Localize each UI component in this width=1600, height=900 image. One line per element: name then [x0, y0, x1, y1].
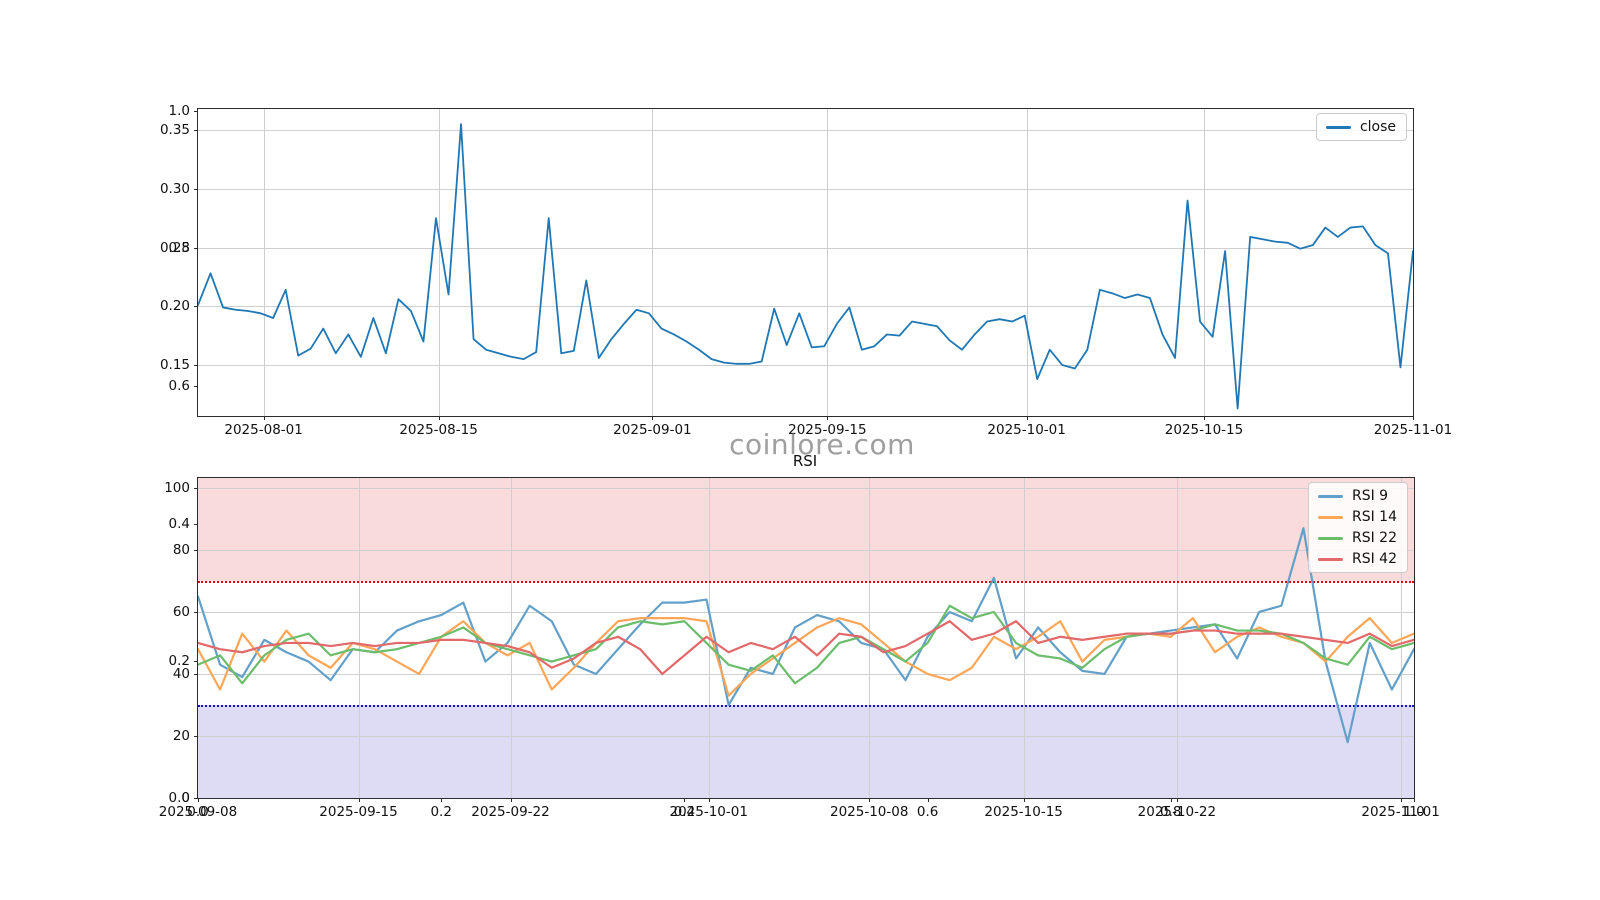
y-tick-label: 60 — [172, 603, 190, 620]
secondary-x-tick-label: 0.8 — [1160, 804, 1182, 820]
x-tick-label-mark — [652, 416, 654, 420]
legend-line-swatch — [1317, 536, 1343, 540]
x-tick-label-mark — [1176, 798, 1178, 802]
x-tick-label-mark — [869, 798, 871, 802]
x-tick-label-mark — [827, 416, 829, 420]
secondary-x-tick-label: 0.0 — [187, 804, 209, 820]
x-tick-label: 2025-10-01 — [987, 422, 1066, 438]
y-tick-label-mark — [194, 306, 198, 308]
y-tick-label-mark — [194, 487, 198, 489]
y-tick-label-mark — [194, 130, 198, 132]
y-tick-label: 0.20 — [159, 298, 190, 315]
secondary-y-tick-label-mark — [194, 524, 198, 526]
secondary-y-tick-label: 0.0 — [168, 790, 190, 806]
x-tick-label-mark — [1413, 416, 1414, 420]
x-tick-label: 2025-09-01 — [613, 422, 692, 438]
legend-line-swatch — [1317, 557, 1343, 561]
y-tick-label: 20 — [172, 727, 190, 744]
y-tick-label-mark — [194, 735, 198, 737]
rsi-legend: RSI 9 RSI 14 RSI 22 RSI 42 — [1307, 482, 1408, 573]
y-tick-label-mark — [194, 673, 198, 675]
price-series-plot — [198, 109, 1413, 416]
legend-item: RSI 9 — [1317, 488, 1397, 504]
secondary-x-tick-label-mark — [1414, 798, 1415, 802]
x-tick-label-mark — [1400, 798, 1402, 802]
y-tick-label-mark — [194, 611, 198, 613]
watermark: coinlore.com — [729, 428, 915, 461]
legend-line-swatch — [1317, 494, 1343, 498]
x-tick-label-mark — [1023, 798, 1025, 802]
legend-item: RSI 22 — [1317, 530, 1397, 546]
rsi-chart-title: RSI — [792, 452, 818, 470]
y-tick-label-mark — [194, 549, 198, 551]
secondary-x-tick-label-mark — [441, 798, 443, 802]
x-tick-label: 2025-08-15 — [399, 422, 478, 438]
x-tick-label: 2025-10-15 — [1164, 422, 1244, 438]
secondary-x-tick-label-mark — [684, 798, 686, 802]
secondary-y-tick-label: 0.2 — [168, 653, 190, 670]
secondary-x-tick-label: 1.0 — [1403, 804, 1425, 820]
close-line — [198, 124, 1413, 408]
x-tick-label-mark — [708, 798, 710, 802]
x-tick-label: 2025-09-22 — [471, 804, 550, 820]
y-tick-label: 0.15 — [159, 357, 190, 373]
y-tick-label: 80 — [172, 541, 190, 558]
secondary-y-tick-label-mark — [194, 661, 198, 663]
x-tick-label: 2025-11-01 — [1361, 804, 1440, 820]
rsi-chart: 2025-09-08 2025-09-15 2025-09-22 2025-10-01… — [159, 477, 1440, 820]
y-tick-label: 100 — [164, 479, 190, 496]
secondary-y-tick-label-mark — [194, 385, 198, 387]
x-tick-label-mark — [1204, 416, 1206, 420]
x-tick-label-mark — [510, 798, 512, 802]
secondary-x-tick-label-mark — [927, 798, 929, 802]
secondary-y-tick-label: 0.6 — [168, 377, 190, 394]
x-tick-label-mark — [438, 416, 440, 420]
y-tick-label-mark — [194, 188, 198, 190]
secondary-y-tick-label-mark — [194, 798, 198, 799]
secondary-x-tick-label: 0.4 — [673, 804, 696, 820]
secondary-y-tick-label: 1.0 — [168, 103, 190, 120]
price-legend: close — [1315, 113, 1407, 141]
x-tick-label: 2025-09-15 — [319, 804, 398, 820]
x-tick-label-mark — [1026, 416, 1028, 420]
secondary-y-tick-label-mark — [194, 248, 198, 250]
figure: 2025-08-01 2025-08-15 2025-09-01 2025-09-15… — [0, 0, 1600, 900]
x-tick-label: 2025-10-08 — [829, 804, 909, 820]
legend-item: close — [1325, 119, 1396, 135]
y-tick-label: 0.35 — [159, 122, 190, 139]
secondary-y-tick-label: 0.4 — [168, 516, 190, 533]
x-tick-label: 2025-10-15 — [984, 804, 1063, 820]
legend-line-swatch — [1325, 125, 1351, 129]
y-tick-label-mark — [194, 365, 198, 366]
secondary-x-tick-label-mark — [1170, 798, 1172, 802]
secondary-x-tick-label: 0.2 — [430, 804, 452, 820]
legend-label: RSI 9 — [1351, 488, 1389, 504]
secondary-y-tick-label: 0.8 — [168, 240, 190, 257]
secondary-y-tick-label-mark — [194, 111, 198, 113]
legend-label: close — [1359, 119, 1396, 135]
secondary-x-tick-label: 0.6 — [916, 804, 939, 820]
price-chart: 2025-08-01 2025-08-15 2025-09-01 2025-09-15… — [160, 103, 1452, 438]
x-tick-label: 2025-11-01 — [1373, 422, 1453, 438]
y-tick-label: 0.30 — [159, 180, 190, 197]
legend-label: RSI 14 — [1351, 509, 1397, 525]
rsi-series-plot — [198, 478, 1414, 798]
legend-line-swatch — [1317, 515, 1343, 519]
secondary-x-tick-label-mark — [198, 798, 199, 802]
legend-label: RSI 22 — [1351, 530, 1397, 546]
x-tick-label-mark — [358, 798, 360, 802]
x-tick-label-mark — [263, 416, 265, 420]
legend-label: RSI 42 — [1351, 551, 1397, 567]
x-tick-label: 2025-08-01 — [224, 422, 303, 438]
legend-item: RSI 42 — [1317, 551, 1397, 567]
legend-item: RSI 14 — [1317, 509, 1397, 525]
